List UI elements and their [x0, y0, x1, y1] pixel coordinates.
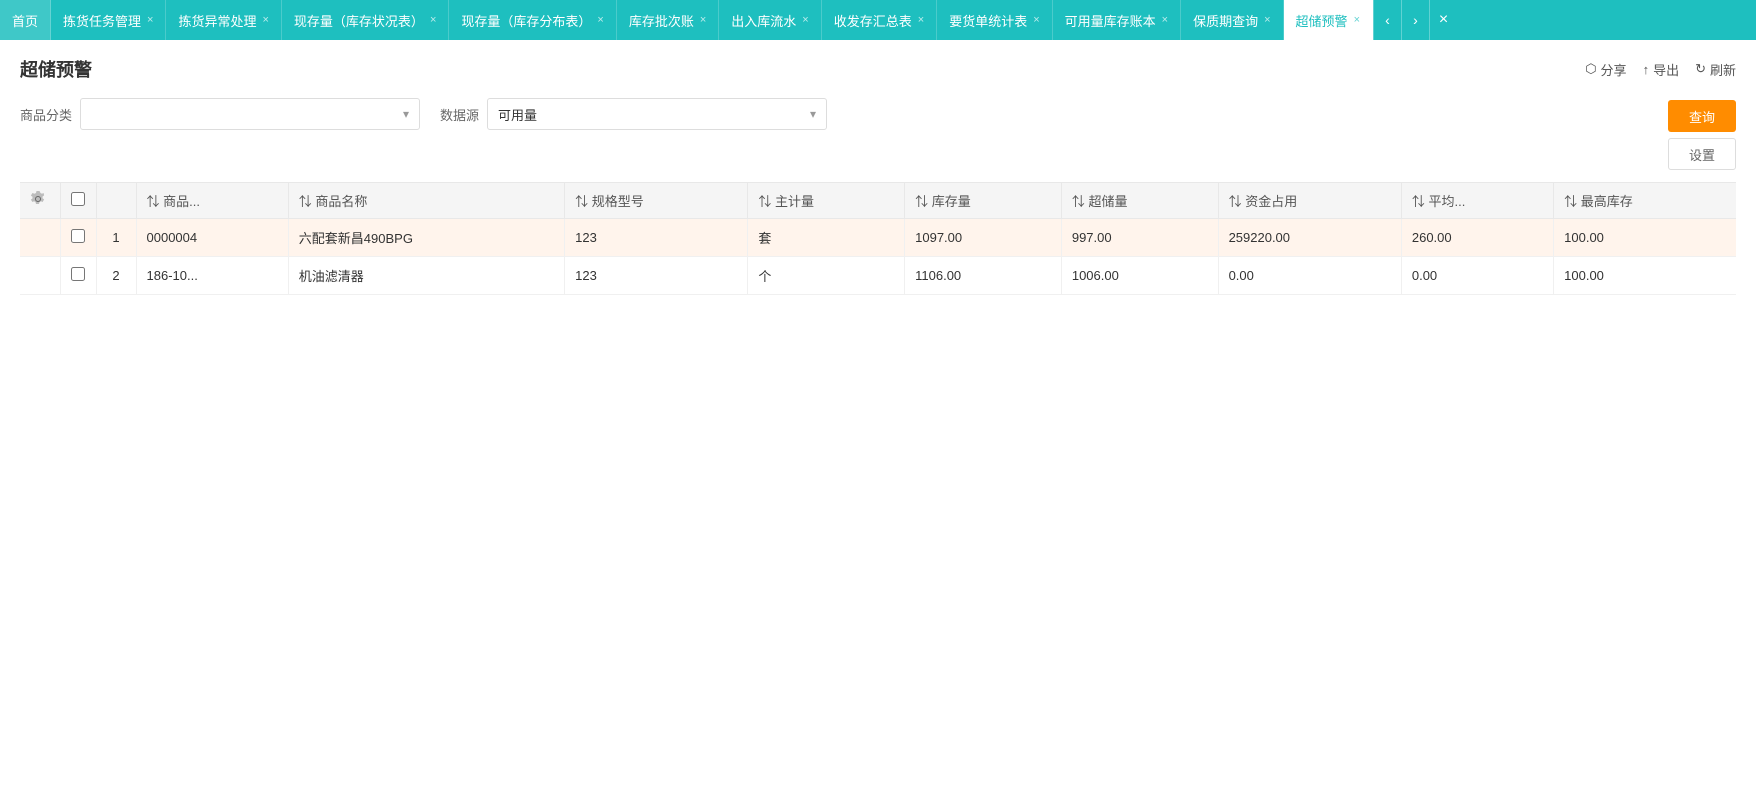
row-stock: 1097.00 [905, 219, 1062, 257]
nav-close-expiry[interactable]: × [1264, 14, 1270, 26]
th-gear [20, 183, 60, 219]
category-filter-group: 商品分类 ▾ [20, 98, 420, 130]
row-max-stock: 100.00 [1554, 219, 1736, 257]
th-select-all [60, 183, 96, 219]
nav-item-available[interactable]: 可用量库存账本 × [1053, 0, 1181, 40]
nav-close-available[interactable]: × [1162, 14, 1168, 26]
nav-close-summary[interactable]: × [918, 14, 924, 26]
row-avg: 260.00 [1401, 219, 1553, 257]
query-button[interactable]: 查询 [1668, 100, 1736, 132]
nav-close-batch[interactable]: × [700, 14, 706, 26]
row-overstock: 1006.00 [1061, 257, 1218, 295]
th-product-name: ⇅ 商品名称 [288, 183, 564, 219]
row-gear-cell [20, 219, 60, 257]
select-all-checkbox[interactable] [71, 192, 85, 206]
nav-close-task[interactable]: × [147, 14, 153, 26]
chevron-down-icon: ▾ [403, 107, 409, 121]
th-unit: ⇅ 主计量 [748, 183, 905, 219]
nav-close-order-stat[interactable]: × [1033, 14, 1039, 26]
page-title: 超储预警 [20, 56, 92, 82]
action-buttons: 查询 设置 [1668, 98, 1736, 170]
table-row: 2 186-10... 机油滤清器 123 个 1106.00 1006.00 … [20, 257, 1736, 295]
row-spec: 123 [565, 257, 748, 295]
row-checkbox-cell [60, 257, 96, 295]
row-product-code: 0000004 [136, 219, 288, 257]
filter-area: 商品分类 ▾ 数据源 可用量 ▾ 查询 设置 [20, 98, 1736, 170]
row-product-name: 六配套新昌490BPG [288, 219, 564, 257]
gear-icon[interactable] [30, 191, 46, 207]
table-header-row: ⇅ 商品... ⇅ 商品名称 ⇅ 规格型号 ⇅ 主计量 ⇅ 库存量 [20, 183, 1736, 219]
nav-close-overstock[interactable]: × [1354, 14, 1360, 26]
nav-close-stock2[interactable]: × [597, 14, 603, 26]
datasource-select-value: 可用量 [498, 105, 537, 124]
nav-close-exception[interactable]: × [262, 14, 268, 26]
chevron-down-icon-2: ▾ [810, 107, 816, 121]
th-row-num [96, 183, 136, 219]
row-checkbox-1[interactable] [71, 267, 85, 281]
nav-item-summary[interactable]: 收发存汇总表 × [822, 0, 937, 40]
row-product-code: 186-10... [136, 257, 288, 295]
refresh-button[interactable]: ↻ 刷新 [1695, 60, 1736, 79]
filter-groups: 商品分类 ▾ 数据源 可用量 ▾ [20, 98, 827, 130]
row-capital: 259220.00 [1218, 219, 1401, 257]
nav-item-overstock[interactable]: 超储预警 × [1284, 0, 1373, 40]
filter-row-1: 商品分类 ▾ 数据源 可用量 ▾ [20, 98, 827, 130]
category-label: 商品分类 [20, 105, 72, 124]
nav-item-flow[interactable]: 出入库流水 × [719, 0, 821, 40]
row-checkbox-cell [60, 219, 96, 257]
category-select[interactable]: ▾ [80, 98, 420, 130]
nav-item-stock2[interactable]: 现存量（库存分布表） × [449, 0, 616, 40]
row-max-stock: 100.00 [1554, 257, 1736, 295]
nav-item-batch[interactable]: 库存批次账 × [617, 0, 719, 40]
nav-next-button[interactable]: › [1401, 0, 1429, 40]
nav-close-all-button[interactable]: × [1429, 0, 1457, 40]
th-product-code: ⇅ 商品... [136, 183, 288, 219]
export-icon: ↑ [1643, 62, 1650, 77]
row-num-cell: 1 [96, 219, 136, 257]
export-button[interactable]: ↑ 导出 [1643, 60, 1680, 79]
nav-item-task[interactable]: 拣货任务管理 × [51, 0, 166, 40]
nav-item-expiry[interactable]: 保质期查询 × [1181, 0, 1283, 40]
row-stock: 1106.00 [905, 257, 1062, 295]
datasource-filter-group: 数据源 可用量 ▾ [440, 98, 827, 130]
row-overstock: 997.00 [1061, 219, 1218, 257]
row-unit: 个 [748, 257, 905, 295]
th-spec: ⇅ 规格型号 [565, 183, 748, 219]
settings-button[interactable]: 设置 [1668, 138, 1736, 170]
row-checkbox-0[interactable] [71, 229, 85, 243]
table-row: 1 0000004 六配套新昌490BPG 123 套 1097.00 997.… [20, 219, 1736, 257]
row-avg: 0.00 [1401, 257, 1553, 295]
row-num-cell: 2 [96, 257, 136, 295]
th-overstock: ⇅ 超储量 [1061, 183, 1218, 219]
datasource-label: 数据源 [440, 105, 479, 124]
nav-item-exception[interactable]: 拣货异常处理 × [166, 0, 281, 40]
row-capital: 0.00 [1218, 257, 1401, 295]
nav-item-home[interactable]: 首页 [0, 0, 51, 40]
row-spec: 123 [565, 219, 748, 257]
row-unit: 套 [748, 219, 905, 257]
th-capital: ⇅ 资金占用 [1218, 183, 1401, 219]
row-product-name: 机油滤清器 [288, 257, 564, 295]
title-actions: ⬡ 分享 ↑ 导出 ↻ 刷新 [1585, 60, 1736, 79]
page-content: 超储预警 ⬡ 分享 ↑ 导出 ↻ 刷新 商品分类 [0, 40, 1756, 311]
th-max-stock: ⇅ 最高库存 [1554, 183, 1736, 219]
data-table: ⇅ 商品... ⇅ 商品名称 ⇅ 规格型号 ⇅ 主计量 ⇅ 库存量 [20, 182, 1736, 295]
refresh-icon: ↻ [1695, 61, 1706, 77]
th-avg: ⇅ 平均... [1401, 183, 1553, 219]
nav-prev-button[interactable]: ‹ [1373, 0, 1401, 40]
nav-item-stock1[interactable]: 现存量（库存状况表） × [282, 0, 449, 40]
nav-item-order-stat[interactable]: 要货单统计表 × [937, 0, 1052, 40]
th-stock: ⇅ 库存量 [905, 183, 1062, 219]
datasource-select[interactable]: 可用量 ▾ [487, 98, 827, 130]
share-icon: ⬡ [1585, 61, 1596, 77]
nav-close-stock1[interactable]: × [430, 14, 436, 26]
page-title-bar: 超储预警 ⬡ 分享 ↑ 导出 ↻ 刷新 [20, 56, 1736, 82]
row-gear-cell [20, 257, 60, 295]
top-nav: 首页 拣货任务管理 × 拣货异常处理 × 现存量（库存状况表） × 现存量（库存… [0, 0, 1756, 40]
nav-close-flow[interactable]: × [802, 14, 808, 26]
share-button[interactable]: ⬡ 分享 [1585, 60, 1626, 79]
